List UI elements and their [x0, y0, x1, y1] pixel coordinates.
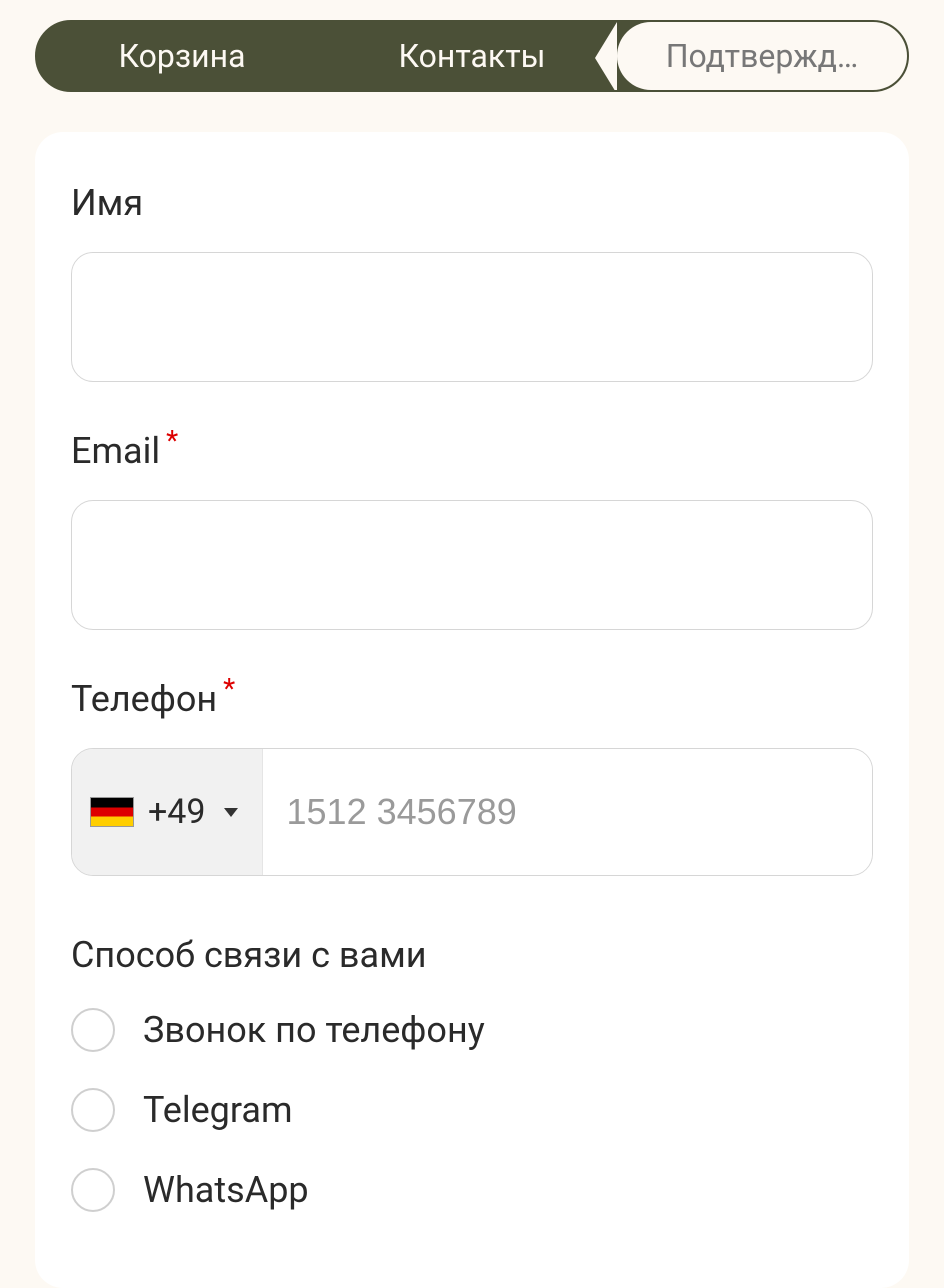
phone-input[interactable] [263, 749, 872, 875]
step-label: Подтвержд… [666, 37, 859, 75]
step-cart[interactable]: Корзина [37, 22, 327, 90]
contact-option-whatsapp[interactable]: WhatsApp [71, 1168, 873, 1212]
name-input[interactable] [71, 252, 873, 382]
step-label: Контакты [399, 37, 546, 75]
radio-icon [71, 1168, 115, 1212]
radio-label: Telegram [143, 1089, 293, 1131]
chevron-down-icon [224, 808, 238, 817]
step-label: Корзина [119, 37, 246, 75]
radio-icon [71, 1008, 115, 1052]
name-label: Имя [71, 182, 873, 224]
required-mark: * [223, 672, 235, 705]
required-mark: * [166, 424, 178, 457]
phone-label: Телефон* [71, 678, 873, 720]
contact-option-telegram[interactable]: Telegram [71, 1088, 873, 1132]
contact-option-phone-call[interactable]: Звонок по телефону [71, 1008, 873, 1052]
phone-field: +49 [71, 748, 873, 876]
step-confirm[interactable]: Подтвержд… [617, 22, 907, 90]
radio-label: Звонок по телефону [143, 1009, 485, 1051]
radio-icon [71, 1088, 115, 1132]
email-label: Email* [71, 430, 873, 472]
step-contacts[interactable]: Контакты [327, 22, 617, 90]
checkout-stepper: Корзина Контакты Подтвержд… [35, 20, 909, 92]
germany-flag-icon [90, 797, 134, 827]
phone-country-selector[interactable]: +49 [72, 749, 263, 875]
contact-form-card: Имя Email* Телефон* +49 Способ связи с в… [35, 132, 909, 1288]
radio-label: WhatsApp [143, 1169, 309, 1211]
phone-prefix-text: +49 [148, 792, 206, 832]
contact-method-label: Способ связи с вами [71, 934, 873, 976]
email-input[interactable] [71, 500, 873, 630]
